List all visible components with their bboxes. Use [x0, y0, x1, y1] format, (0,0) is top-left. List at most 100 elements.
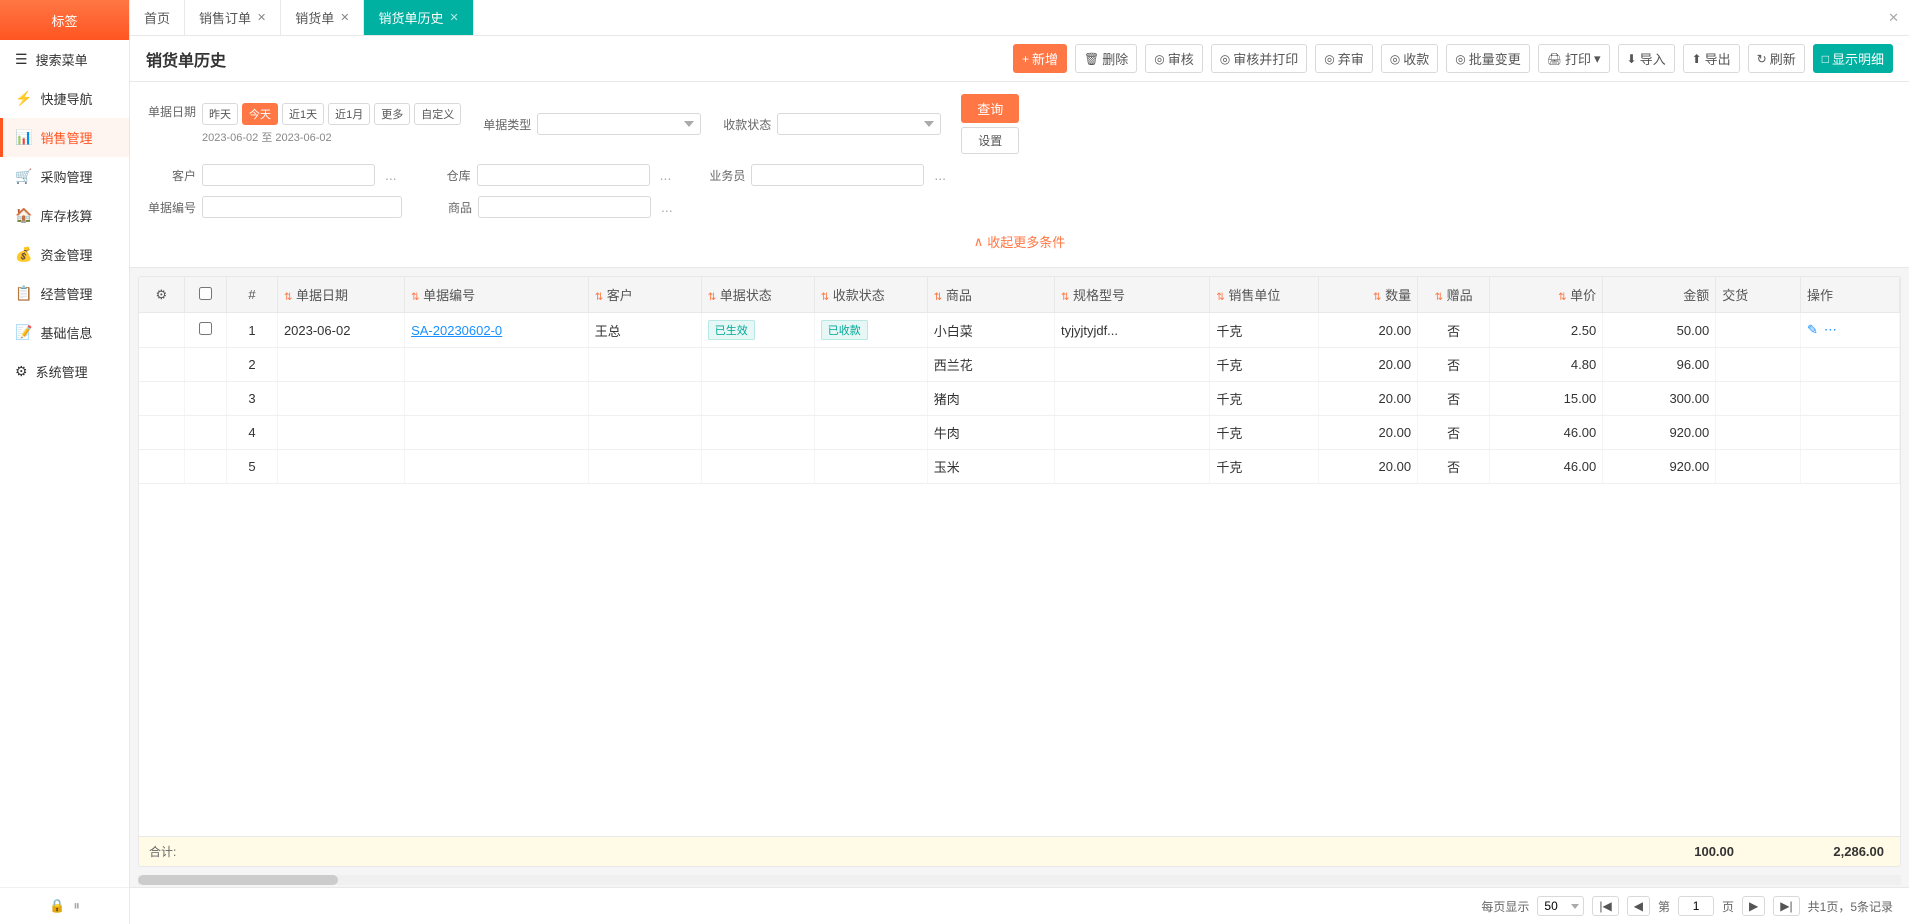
sidebar-item-quick-nav[interactable]: ⚡ 快捷导航 [0, 79, 129, 118]
tab-sales-goods[interactable]: 销货单 ✕ [281, 0, 364, 35]
row-status [701, 450, 814, 484]
prev-page-btn[interactable]: ◀ [1627, 896, 1650, 916]
batch-change-button[interactable]: ◎ 批量变更 [1446, 44, 1530, 73]
row-code [405, 416, 589, 450]
sidebar-item-system-mgmt[interactable]: ⚙ 系统管理 [0, 352, 129, 391]
tab-sales-order-close[interactable]: ✕ [257, 11, 266, 24]
audit-print-button[interactable]: ◎ 审核并打印 [1211, 44, 1308, 73]
col-header-unit[interactable]: ⇅ 销售单位 [1210, 277, 1319, 313]
export-button[interactable]: ⬆ 导出 [1683, 44, 1740, 73]
sidebar-item-finance[interactable]: 💰 资金管理 [0, 235, 129, 274]
tab-sales-goods-close[interactable]: ✕ [340, 11, 349, 24]
sidebar-item-label: 销售管理 [40, 128, 92, 147]
delete-button[interactable]: 🗑 删除 [1075, 44, 1137, 73]
row-checkbox-cell[interactable] [184, 313, 226, 348]
tab-sales-history[interactable]: 销货单历史 ✕ [364, 0, 473, 35]
collect-button[interactable]: ◎ 收款 [1381, 44, 1439, 73]
col-header-qty[interactable]: ⇅ 数量 [1319, 277, 1418, 313]
col-header-date[interactable]: ⇅ 单据日期 [277, 277, 404, 313]
pause-icon[interactable]: ⏸ [73, 898, 80, 914]
date-yesterday-btn[interactable]: 昨天 [202, 103, 238, 125]
edit-action-icon[interactable]: ✎ [1807, 322, 1818, 338]
audit-button[interactable]: ◎ 审核 [1145, 44, 1203, 73]
col-header-amount: 金额 [1603, 277, 1716, 313]
sort-icon: ⇅ [708, 292, 716, 303]
warehouse-input[interactable] [477, 164, 650, 186]
customer-input[interactable] [202, 164, 375, 186]
col-header-pay-status[interactable]: ⇅ 收款状态 [814, 277, 927, 313]
row-unit: 千克 [1210, 348, 1319, 382]
sidebar-item-search-menu[interactable]: ☰ 搜索菜单 [0, 40, 129, 79]
refresh-button[interactable]: ↻ 刷新 [1748, 44, 1805, 73]
date-custom-btn[interactable]: 自定义 [414, 103, 461, 125]
row-date [277, 348, 404, 382]
setting-button[interactable]: 设置 [961, 127, 1019, 154]
tab-sales-order[interactable]: 销售订单 ✕ [185, 0, 281, 35]
sidebar-item-purchase-mgmt[interactable]: 🛒 采购管理 [0, 157, 129, 196]
salesperson-filter: 业务员 ... [695, 164, 950, 186]
row-checkbox-cell[interactable] [184, 450, 226, 484]
sidebar-item-inventory[interactable]: 🏠 库存核算 [0, 196, 129, 235]
next-page-btn[interactable]: ▶ [1742, 896, 1765, 916]
last-page-btn[interactable]: ▶| [1773, 896, 1799, 916]
salesperson-dots-btn[interactable]: ... [930, 167, 950, 183]
doc-type-select[interactable] [537, 113, 701, 135]
sidebar-item-label: 基础信息 [40, 323, 92, 342]
date-more-btn[interactable]: 更多 [374, 103, 410, 125]
col-header-spec[interactable]: ⇅ 规格型号 [1054, 277, 1209, 313]
col-header-price[interactable]: ⇅ 单价 [1490, 277, 1603, 313]
row-amount: 50.00 [1603, 313, 1716, 348]
row-code-link[interactable]: SA-20230602-0 [411, 323, 502, 338]
col-header-gift[interactable]: ⇅ 赠品 [1418, 277, 1490, 313]
sidebar-item-sales-mgmt[interactable]: 📊 销售管理 [0, 118, 129, 157]
abandon-button[interactable]: ◎ 弃审 [1315, 44, 1373, 73]
page-number-input[interactable] [1678, 896, 1714, 916]
tab-home[interactable]: 首页 [130, 0, 185, 35]
query-button[interactable]: 查询 [961, 94, 1019, 123]
date-today-btn[interactable]: 今天 [242, 103, 278, 125]
row-ops: ✎⋯ [1800, 313, 1899, 348]
lock-icon[interactable]: 🔒 [49, 898, 65, 914]
print-button[interactable]: 🖨 打印 ▾ [1538, 44, 1610, 73]
customer-dots-btn[interactable]: ... [381, 167, 401, 183]
more-action-icon[interactable]: ⋯ [1824, 322, 1837, 338]
date-1month-btn[interactable]: 近1月 [328, 103, 370, 125]
col-header-customer[interactable]: ⇅ 客户 [588, 277, 701, 313]
col-header-status[interactable]: ⇅ 单据状态 [701, 277, 814, 313]
salesperson-input[interactable] [751, 164, 924, 186]
goods-dots-btn[interactable]: ... [657, 199, 677, 215]
goods-input[interactable] [478, 196, 651, 218]
row-num: 4 [227, 416, 278, 450]
col-header-goods[interactable]: ⇅ 商品 [927, 277, 1054, 313]
action-icons: ✎⋯ [1807, 322, 1893, 338]
row-goods: 西兰花 [927, 348, 1054, 382]
first-page-btn[interactable]: |◀ [1592, 896, 1618, 916]
warehouse-dots-btn[interactable]: ... [656, 167, 676, 183]
sidebar-item-basic-info[interactable]: 📝 基础信息 [0, 313, 129, 352]
pay-status-select[interactable] [777, 113, 941, 135]
row-checkbox-cell[interactable] [184, 382, 226, 416]
table-checkbox-header[interactable] [184, 277, 226, 313]
row-unit: 千克 [1210, 416, 1319, 450]
doc-no-input[interactable] [202, 196, 402, 218]
sidebar-item-operations[interactable]: 📋 经营管理 [0, 274, 129, 313]
col-header-code[interactable]: ⇅ 单据编号 [405, 277, 589, 313]
import-button[interactable]: ⬇ 导入 [1618, 44, 1675, 73]
per-page-select[interactable]: 10 20 50 100 [1537, 896, 1584, 916]
date-1day-btn[interactable]: 近1天 [282, 103, 324, 125]
tab-sales-history-close[interactable]: ✕ [450, 11, 459, 24]
horizontal-scrollbar[interactable] [138, 875, 1901, 885]
collapse-filter-btn[interactable]: ∧ 收起更多条件 [146, 228, 1893, 255]
row-checkbox-cell[interactable] [184, 348, 226, 382]
select-all-checkbox[interactable] [199, 287, 212, 300]
add-button[interactable]: + 新增 [1013, 44, 1067, 73]
row-checkbox[interactable] [199, 322, 212, 335]
row-checkbox-cell[interactable] [184, 416, 226, 450]
doc-no-filter: 单据编号 [146, 196, 402, 218]
table-settings-header[interactable]: ⚙ [139, 277, 184, 313]
window-close-btn[interactable]: ✕ [1888, 10, 1899, 26]
scrollbar-thumb[interactable] [138, 875, 338, 885]
row-code[interactable]: SA-20230602-0 [405, 313, 589, 348]
tab-bar: 首页 销售订单 ✕ 销货单 ✕ 销货单历史 ✕ ✕ [130, 0, 1909, 36]
show-detail-button[interactable]: □ 显示明细 [1813, 44, 1893, 73]
